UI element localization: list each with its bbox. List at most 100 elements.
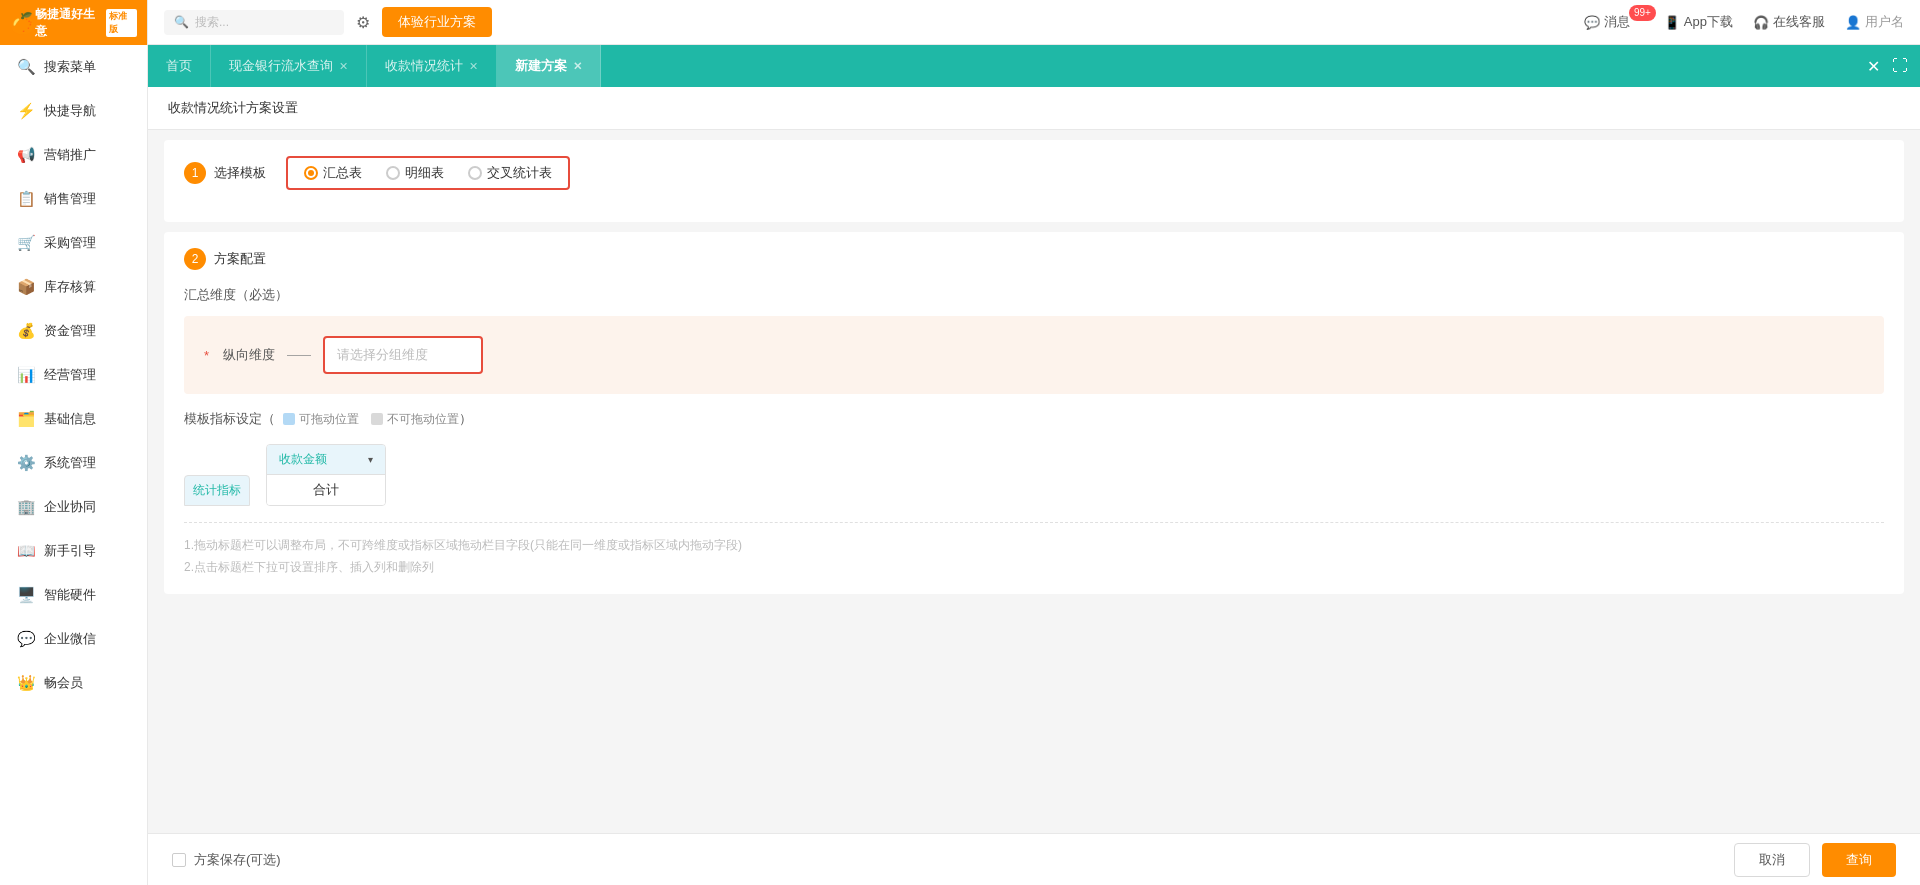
radio-detail[interactable]: 明细表 [386,164,444,182]
tab-receipt-stats[interactable]: 收款情况统计 ✕ [367,45,497,87]
sidebar-item-label: 销售管理 [44,190,96,208]
tip-2: 2.点击标题栏下拉可设置排序、插入列和删除列 [184,557,1884,579]
sidebar-item-quicknav[interactable]: ⚡ 快捷导航 [0,89,147,133]
step2-section: 2 方案配置 汇总维度（必选） * 纵向维度 —— 请选择分组维度 模板指标设定 [164,232,1904,594]
vertical-dimension-label: 纵向维度 [223,346,275,364]
sidebar-item-finance[interactable]: 💰 资金管理 [0,309,147,353]
sidebar-item-inventory[interactable]: 📦 库存核算 [0,265,147,309]
download-icon: 📱 [1664,15,1680,30]
radio-detail-label: 明细表 [405,164,444,182]
smart-hardware-icon: 🖥️ [16,585,36,605]
metrics-table: 收款金额 ▾ 合计 [266,444,386,506]
sidebar-item-management[interactable]: 📊 经营管理 [0,353,147,397]
legend-non-draggable-dot [371,413,383,425]
content-area: 收款情况统计方案设置 1 选择模板 汇总表 明细表 [148,87,1920,885]
tab-bank-flow[interactable]: 现金银行流水查询 ✕ [211,45,367,87]
save-plan-checkbox[interactable] [172,853,186,867]
industry-btn[interactable]: 体验行业方案 [382,7,492,37]
save-plan-label: 方案保存(可选) [194,851,281,869]
sidebar-item-purchase[interactable]: 🛒 采购管理 [0,221,147,265]
main-area: 🔍 搜索... ⚙ 体验行业方案 💬 消息 99+ 📱 App下载 🎧 在线客服… [148,0,1920,885]
home-label: 首页 [166,57,192,75]
tab-bank-flow-close[interactable]: ✕ [339,60,348,73]
message-icon: 💬 [1584,15,1600,30]
sidebar-item-label: 经营管理 [44,366,96,384]
legend-non-draggable: 不可拖动位置 [371,411,459,428]
system-icon: ⚙️ [16,453,36,473]
tab-new-plan[interactable]: 新建方案 ✕ [497,45,601,87]
sidebar-item-label: 搜索菜单 [44,58,96,76]
sidebar-item-label: 畅会员 [44,674,83,692]
wechat-icon: 💬 [16,629,36,649]
metrics-group-col: 统计指标 [184,436,250,506]
radio-cross-dot [468,166,482,180]
metrics-group-label: 统计指标 [193,483,241,497]
sidebar-item-marketing[interactable]: 📢 营销推广 [0,133,147,177]
cancel-button[interactable]: 取消 [1734,843,1810,877]
brand-badge: 标准版 [106,9,137,37]
message-btn[interactable]: 💬 消息 99+ [1584,13,1644,31]
sidebar-item-newbie[interactable]: 📖 新手引导 [0,529,147,573]
sidebar-item-label: 系统管理 [44,454,96,472]
template-radio-group: 汇总表 明细表 交叉统计表 [286,156,570,190]
user-name: 用户名 [1865,13,1904,31]
metrics-header-close: ） [459,410,472,428]
dimension-row: * 纵向维度 —— 请选择分组维度 [204,336,1864,374]
step1-label: 选择模板 [214,164,266,182]
query-button[interactable]: 查询 [1822,843,1896,877]
step2-label: 方案配置 [214,250,266,268]
dimension-select-placeholder: 请选择分组维度 [337,346,428,364]
tab-bank-flow-label: 现金银行流水查询 [229,57,333,75]
tab-new-plan-close[interactable]: ✕ [573,60,582,73]
download-label: App下载 [1684,13,1733,31]
tip-1: 1.拖动标题栏可以调整布局，不可跨维度或指标区域拖动栏目字段(只能在同一维度或指… [184,535,1884,557]
service-btn[interactable]: 🎧 在线客服 [1753,13,1825,31]
download-btn[interactable]: 📱 App下载 [1664,13,1733,31]
search-placeholder: 搜索... [195,14,229,31]
sidebar-item-label: 新手引导 [44,542,96,560]
logo-icon: 🍊 [10,11,35,35]
metrics-dropdown-icon[interactable]: ▾ [368,454,373,465]
radio-summary[interactable]: 汇总表 [304,164,362,182]
tab-home[interactable]: 首页 [148,45,211,87]
sidebar-item-wechat[interactable]: 💬 企业微信 [0,617,147,661]
step1-row: 1 选择模板 汇总表 明细表 交叉统计表 [184,156,1884,190]
legend-draggable: 可拖动位置 [283,411,359,428]
sidebar: 🍊 畅捷通好生意 标准版 🔍 搜索菜单 ⚡ 快捷导航 📢 营销推广 📋 销售管理… [0,0,148,885]
footer: 方案保存(可选) 取消 查询 [148,833,1920,885]
dimension-select[interactable]: 请选择分组维度 [323,336,483,374]
tab-expand-icon[interactable]: ⛶ [1892,57,1908,75]
dimension-section-title: 汇总维度（必选） [184,286,1884,304]
corp-collab-icon: 🏢 [16,497,36,517]
sidebar-item-basic-info[interactable]: 🗂️ 基础信息 [0,397,147,441]
sidebar-item-search[interactable]: 🔍 搜索菜单 [0,45,147,89]
sidebar-item-corp-collab[interactable]: 🏢 企业协同 [0,485,147,529]
sidebar-item-vip[interactable]: 👑 畅会员 [0,661,147,705]
brand-name: 畅捷通好生意 [35,6,102,40]
quick-nav-icon: ⚡ [16,101,36,121]
sidebar-item-label: 资金管理 [44,322,96,340]
tips-area: 1.拖动标题栏可以调整布局，不可跨维度或指标区域拖动栏目字段(只能在同一维度或指… [184,522,1884,578]
sidebar-item-sales[interactable]: 📋 销售管理 [0,177,147,221]
service-icon: 🎧 [1753,15,1769,30]
step2-row: 2 方案配置 [184,248,1884,270]
basic-info-icon: 🗂️ [16,409,36,429]
inventory-icon: 📦 [16,277,36,297]
sidebar-item-label: 基础信息 [44,410,96,428]
tab-receipt-stats-close[interactable]: ✕ [469,60,478,73]
radio-cross[interactable]: 交叉统计表 [468,164,552,182]
tab-receipt-stats-label: 收款情况统计 [385,57,463,75]
page-title: 收款情况统计方案设置 [168,100,298,115]
user-info[interactable]: 👤 用户名 [1845,13,1904,31]
radio-detail-dot [386,166,400,180]
newbie-icon: 📖 [16,541,36,561]
footer-right: 取消 查询 [1734,843,1896,877]
dimension-area: * 纵向维度 —— 请选择分组维度 [184,316,1884,394]
sidebar-item-system[interactable]: ⚙️ 系统管理 [0,441,147,485]
sidebar-item-smart-hardware[interactable]: 🖥️ 智能硬件 [0,573,147,617]
search-box[interactable]: 🔍 搜索... [164,10,344,35]
message-label: 消息 [1604,13,1630,31]
footer-left: 方案保存(可选) [172,851,281,869]
tab-close-icon[interactable]: ✕ [1867,57,1880,76]
settings-icon[interactable]: ⚙ [356,13,370,32]
